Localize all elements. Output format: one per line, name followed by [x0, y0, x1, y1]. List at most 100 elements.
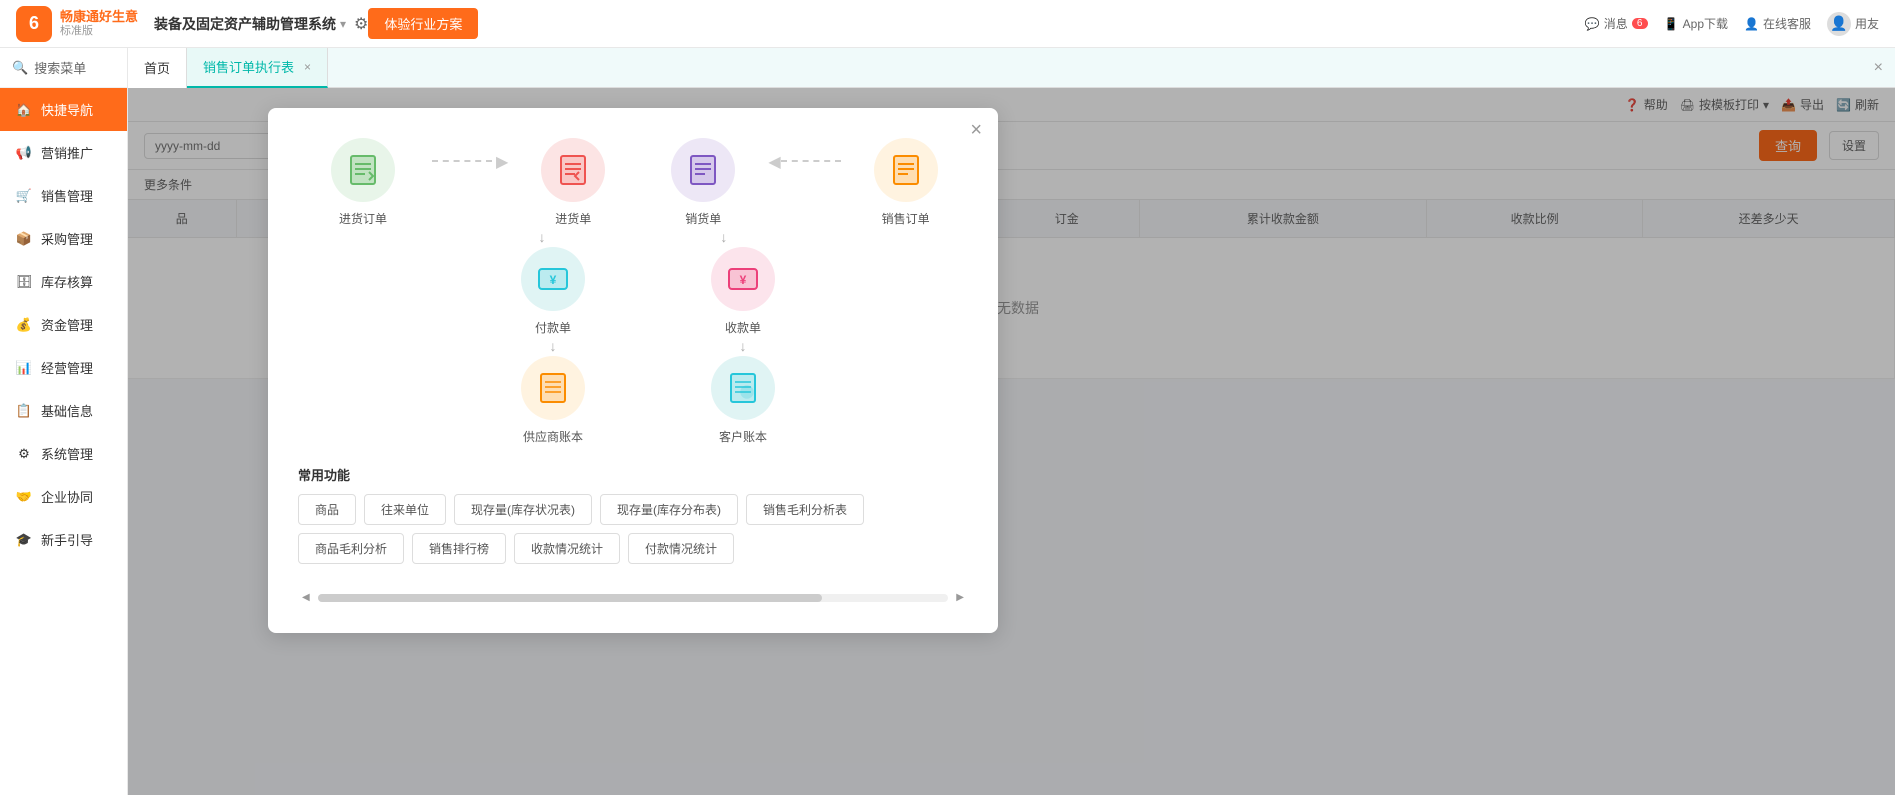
svg-text:¥: ¥	[550, 273, 557, 287]
flow-col-payment: ¥ 付款单	[488, 247, 618, 336]
func-btn-6[interactable]: 销售排行榜	[412, 533, 506, 564]
flow-row-1: 进货订单 ▶	[298, 138, 968, 227]
func-btn-4[interactable]: 销售毛利分析表	[746, 494, 864, 525]
scroll-left-arrow[interactable]: ◀	[298, 592, 314, 603]
flow-col-sales-order: 销售订单	[841, 138, 971, 227]
sidebar-item-enterprise[interactable]: 🤝 企业协同	[0, 475, 127, 518]
popup-box: × 进货订单	[268, 108, 998, 633]
payment-circle[interactable]: ¥	[521, 247, 585, 311]
online-service-btn[interactable]: 👤 在线客服	[1744, 15, 1811, 32]
flow-row-2-arrows: ↓ ↓	[298, 229, 968, 245]
func-btn-0[interactable]: 商品	[298, 494, 356, 525]
flow-node-sales-bill: 销货单	[638, 138, 768, 227]
finance-icon: 💰	[15, 316, 33, 334]
scroll-thumb[interactable]	[318, 594, 822, 602]
popup-scroll: ◀ ▶	[298, 580, 968, 603]
flow-node-customer: 客户账本	[678, 356, 808, 445]
flow-row-5: 供应商账本 客户账本	[298, 356, 968, 445]
func-btn-5[interactable]: 商品毛利分析	[298, 533, 404, 564]
func-btn-8[interactable]: 付款情况统计	[628, 533, 734, 564]
logo-icon: 6	[16, 6, 52, 42]
sidebar-search[interactable]: 🔍 搜索菜单	[0, 48, 127, 88]
func-btn-2[interactable]: 现存量(库存状况表)	[454, 494, 592, 525]
dropdown-arrow[interactable]: ▾	[340, 17, 346, 31]
search-icon: 🔍	[12, 60, 28, 76]
customer-circle[interactable]	[711, 356, 775, 420]
sales-bill-circle[interactable]	[671, 138, 735, 202]
main-layout: 🔍 搜索菜单 🏠 快捷导航 📢 营销推广 🛒 销售管理 📦 采购管理 🗄	[0, 48, 1895, 795]
brand-sub: 标准版	[60, 25, 138, 38]
sidebar-item-quick-nav[interactable]: 🏠 快捷导航	[0, 88, 127, 131]
tab-bar: 首页 销售订单执行表 × ×	[128, 48, 1895, 88]
tab-close-icon[interactable]: ×	[304, 60, 311, 74]
flow-col-receipt: ¥ 收款单	[678, 247, 808, 336]
sidebar-item-system[interactable]: ⚙ 系统管理	[0, 432, 127, 475]
search-label: 搜索菜单	[34, 58, 86, 77]
common-functions: 常用功能 商品 往来单位 现存量(库存状况表) 现存量(库存分布表) 销售毛利分…	[298, 465, 968, 564]
flow-col-sales-bill: 销货单	[638, 138, 768, 227]
brand-name: 畅康通好生意	[60, 9, 138, 25]
top-bar-right: 💬 消息 6 📱 App下载 👤 在线客服 👤 用友	[1585, 12, 1879, 36]
sidebar-item-guide[interactable]: 🎓 新手引导	[0, 518, 127, 561]
operations-icon: 📊	[15, 359, 33, 377]
system-title: 装备及固定资产辅助管理系统	[154, 14, 336, 34]
logo-area: 6 畅康通好生意 标准版	[16, 6, 138, 42]
supplier-circle[interactable]	[521, 356, 585, 420]
sidebar-item-marketing[interactable]: 📢 营销推广	[0, 131, 127, 174]
flow-node-payment: ¥ 付款单	[488, 247, 618, 336]
sales-order-circle[interactable]	[874, 138, 938, 202]
avatar-icon: 👤	[1827, 12, 1851, 36]
sidebar-item-inventory[interactable]: 🗄 库存核算	[0, 260, 127, 303]
message-btn[interactable]: 💬 消息 6	[1585, 15, 1648, 32]
sales-bill-label: 销货单	[685, 210, 721, 227]
logo-text: 畅康通好生意 标准版	[60, 9, 138, 38]
flow-row-4-arrows: ↓ ↓	[298, 338, 968, 354]
payment-label: 付款单	[535, 319, 571, 336]
message-badge: 6	[1632, 18, 1648, 29]
try-button[interactable]: 体验行业方案	[368, 8, 478, 39]
purchase-order-circle[interactable]	[331, 138, 395, 202]
sidebar-item-sales[interactable]: 🛒 销售管理	[0, 174, 127, 217]
settings-icon[interactable]: ⚙	[354, 14, 368, 34]
func-buttons: 商品 往来单位 现存量(库存状况表) 现存量(库存分布表) 销售毛利分析表 商品…	[298, 494, 968, 564]
tabs-end: ×	[1874, 59, 1895, 77]
svg-text:¥: ¥	[740, 273, 747, 287]
sidebar-item-operations[interactable]: 📊 经营管理	[0, 346, 127, 389]
func-btn-1[interactable]: 往来单位	[364, 494, 446, 525]
flow-node-receipt: ¥ 收款单	[678, 247, 808, 336]
user-menu[interactable]: 👤 用友	[1827, 12, 1879, 36]
flow-col-left: 进货订单	[298, 138, 428, 227]
func-btn-7[interactable]: 收款情况统计	[514, 533, 620, 564]
sidebar-item-basic[interactable]: 📋 基础信息	[0, 389, 127, 432]
tab-sales-order[interactable]: 销售订单执行表 ×	[187, 48, 328, 88]
system-icon: ⚙	[15, 445, 33, 463]
scroll-right-arrow[interactable]: ▶	[952, 592, 968, 603]
top-bar: 6 畅康通好生意 标准版 装备及固定资产辅助管理系统 ▾ ⚙ 体验行业方案 💬 …	[0, 0, 1895, 48]
func-btn-3[interactable]: 现存量(库存分布表)	[600, 494, 738, 525]
app-wrapper: 6 畅康通好生意 标准版 装备及固定资产辅助管理系统 ▾ ⚙ 体验行业方案 💬 …	[0, 0, 1895, 795]
content-area: 首页 销售订单执行表 × × ❓ 帮助	[128, 48, 1895, 795]
app-download-btn[interactable]: 📱 App下载	[1664, 15, 1728, 32]
basic-icon: 📋	[15, 402, 33, 420]
tab-home[interactable]: 首页	[128, 48, 187, 88]
phone-icon: 📱	[1664, 17, 1679, 31]
flow-col-purchase-bill: 进货单	[508, 138, 638, 227]
sidebar-item-purchase[interactable]: 📦 采购管理	[0, 217, 127, 260]
popup-close-button[interactable]: ×	[970, 120, 982, 140]
sidebar-item-finance[interactable]: 💰 资金管理	[0, 303, 127, 346]
popup-overlay[interactable]: × 进货订单	[128, 88, 1895, 795]
flow-row-3: ¥ 付款单 ¥	[298, 247, 968, 336]
message-icon: 💬	[1585, 17, 1600, 31]
receipt-circle[interactable]: ¥	[711, 247, 775, 311]
purchase-icon: 📦	[15, 230, 33, 248]
inventory-icon: 🗄	[15, 273, 33, 291]
close-all-button[interactable]: ×	[1874, 59, 1883, 76]
purchase-bill-label: 进货单	[555, 210, 591, 227]
sidebar: 🔍 搜索菜单 🏠 快捷导航 📢 营销推广 🛒 销售管理 📦 采购管理 🗄	[0, 48, 128, 795]
sales-order-label: 销售订单	[882, 210, 930, 227]
home-icon: 🏠	[15, 101, 33, 119]
flow-node-supplier: 供应商账本	[488, 356, 618, 445]
arrow-2: ◀	[768, 138, 840, 172]
arrow-1: ▶	[428, 138, 508, 186]
purchase-bill-circle[interactable]	[541, 138, 605, 202]
